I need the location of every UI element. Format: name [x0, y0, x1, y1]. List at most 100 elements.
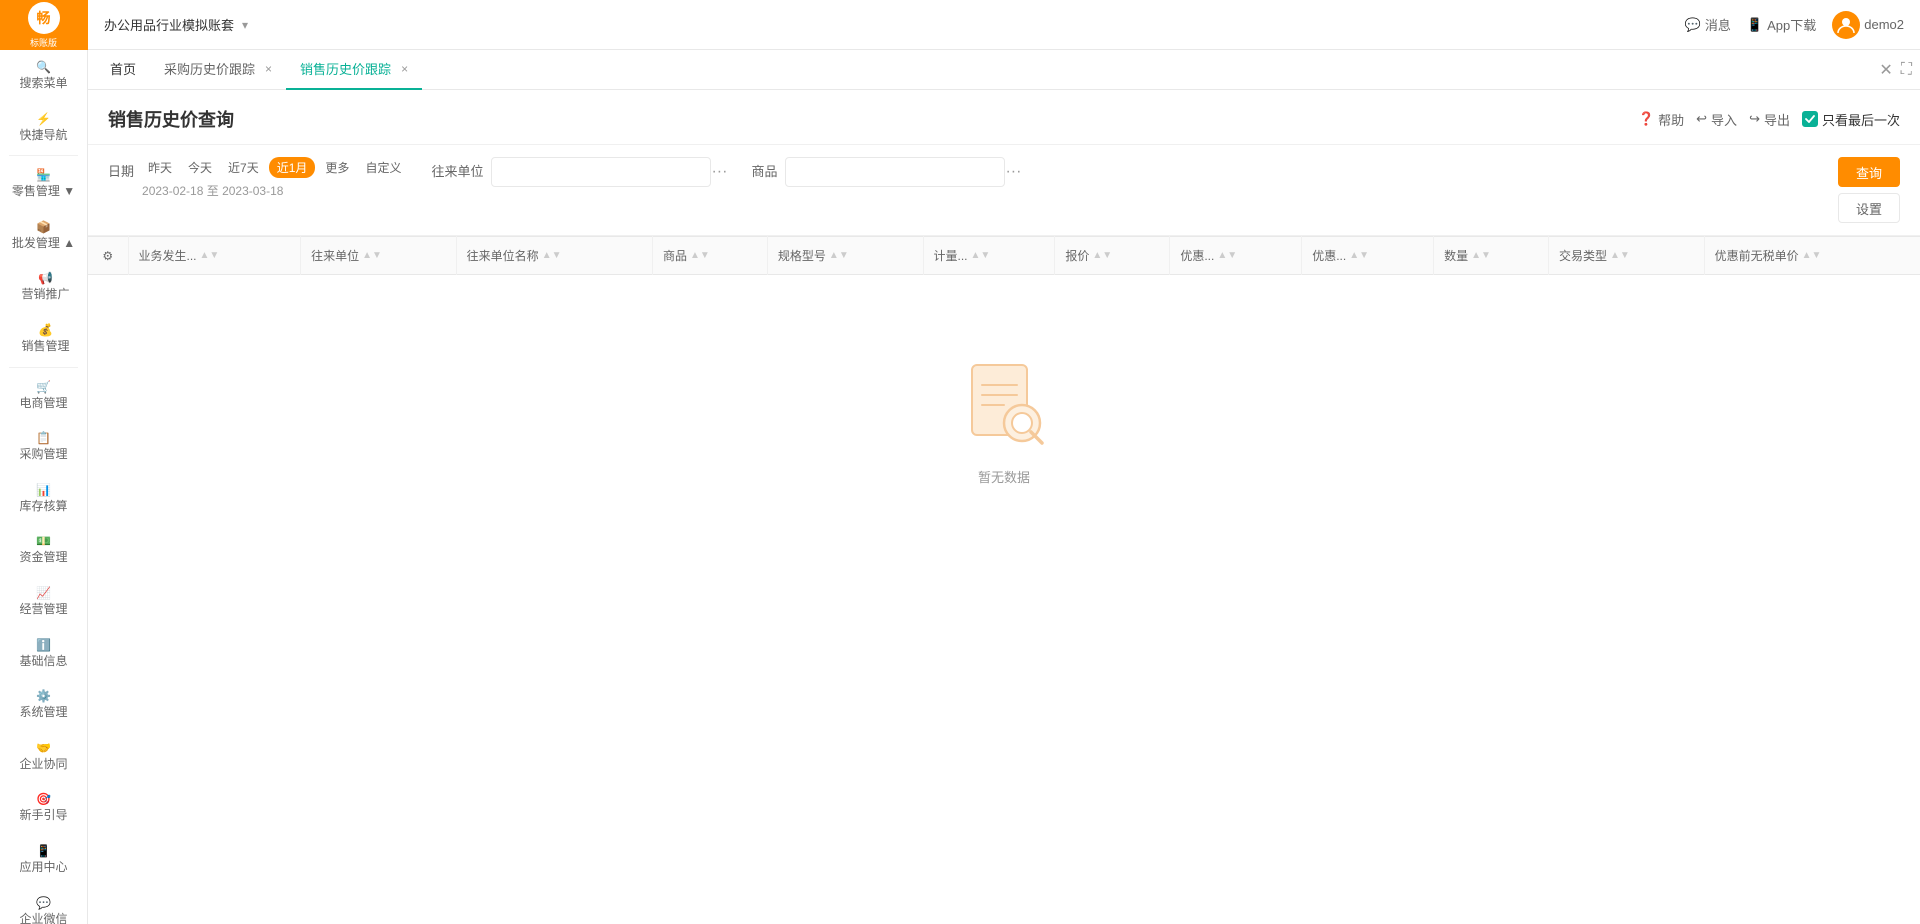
sidebar-item-enterprise-wechat[interactable]: 💬 企业微信 [0, 886, 87, 924]
tab-home[interactable]: 首页 [96, 50, 150, 90]
sidebar-item-ecommerce-mgmt[interactable]: 🛒 电商管理 [0, 370, 87, 422]
sidebar-item-system-mgmt[interactable]: ⚙️ 系统管理 [0, 679, 87, 731]
gear-icon[interactable]: ⚙ [102, 249, 113, 263]
data-table: ⚙ 业务发生...▲▼ 往来单位▲▼ 往来单位名称▲▼ [88, 236, 1920, 275]
th-discount2[interactable]: 优惠...▲▼ [1302, 237, 1434, 275]
download-btn[interactable]: 📱 App下载 [1747, 15, 1816, 34]
date-tab-7days[interactable]: 近7天 [222, 157, 265, 178]
close-all-tabs-btn[interactable]: ✕ [1879, 60, 1892, 80]
date-tab-1month[interactable]: 近1月 [269, 157, 316, 178]
tab-sales-history-label: 销售历史价跟踪 [300, 59, 391, 78]
sidebar-item-label: 快捷导航 [19, 128, 67, 144]
empty-svg [954, 355, 1054, 455]
th-spec[interactable]: 规格型号▲▼ [767, 237, 923, 275]
sidebar-item-purchase-mgmt[interactable]: 📋 采购管理 [0, 421, 87, 473]
product-input[interactable] [785, 157, 1005, 187]
sidebar-item-label: 批发管理 ▲ [12, 236, 75, 252]
sidebar-item-wholesale-mgmt[interactable]: 📦 批发管理 ▲ [0, 210, 87, 262]
download-label: App下载 [1767, 15, 1816, 34]
sidebar-item-finance-mgmt[interactable]: 💵 资金管理 [0, 524, 87, 576]
date-tab-more[interactable]: 更多 [319, 157, 355, 178]
only-last-checkbox-wrapper[interactable]: 只看最后一次 [1802, 110, 1900, 129]
th-partner-code[interactable]: 往来单位▲▼ [301, 237, 457, 275]
page-header-actions: ❓ 帮助 ↩ 导入 ↪ 导出 只看最后一次 [1638, 110, 1900, 129]
sort-icon-partner-code: ▲▼ [362, 251, 382, 261]
import-btn[interactable]: ↩ 导入 [1696, 110, 1737, 129]
sidebar-item-label: 零售管理 ▼ [12, 184, 75, 200]
tab-home-label: 首页 [110, 59, 136, 78]
user-name: demo2 [1864, 17, 1904, 32]
th-biz-date[interactable]: 业务发生...▲▼ [128, 237, 301, 275]
message-btn[interactable]: 💬 消息 [1685, 15, 1731, 34]
th-quantity[interactable]: 数量▲▼ [1434, 237, 1549, 275]
main-area: 办公用品行业模拟账套 ▾ 💬 消息 📱 App下载 demo2 首页 [88, 0, 1920, 924]
sidebar-item-search-menu[interactable]: 🔍 搜索菜单 [0, 50, 87, 102]
setting-button[interactable]: 设置 [1838, 193, 1900, 223]
sidebar-item-label: 销售管理 [21, 339, 69, 355]
th-trade-type[interactable]: 交易类型▲▼ [1549, 237, 1705, 275]
sort-icon-discount2: ▲▼ [1349, 251, 1369, 261]
sort-icon-quantity: ▲▼ [1471, 251, 1491, 261]
query-button[interactable]: 查询 [1838, 157, 1900, 187]
app-logo[interactable]: 畅 标账版 [0, 0, 88, 50]
th-discount1[interactable]: 优惠...▲▼ [1170, 237, 1302, 275]
date-tab-today[interactable]: 今天 [182, 157, 218, 178]
th-pre-tax-price[interactable]: 优惠前无税单价▲▼ [1704, 237, 1920, 275]
export-btn[interactable]: ↪ 导出 [1749, 110, 1790, 129]
sidebar-item-label: 采购管理 [19, 447, 67, 463]
tab-close-sales[interactable]: × [401, 62, 408, 76]
sidebar-item-basic-info[interactable]: ℹ️ 基础信息 [0, 628, 87, 680]
marketing-icon: 📢 [38, 271, 53, 285]
sidebar-item-operations-mgmt[interactable]: 📈 经营管理 [0, 576, 87, 628]
sidebar-item-label: 经营管理 [19, 602, 67, 618]
sidebar-item-enterprise-collab[interactable]: 🤝 企业协同 [0, 731, 87, 783]
partner-input[interactable] [491, 157, 711, 187]
date-tab-custom[interactable]: 自定义 [359, 157, 407, 178]
sidebar-item-marketing[interactable]: 📢 营销推广 [0, 261, 87, 313]
tab-sales-history[interactable]: 销售历史价跟踪 × [286, 50, 422, 90]
th-quote-price[interactable]: 报价▲▼ [1055, 237, 1170, 275]
only-last-label: 只看最后一次 [1822, 110, 1900, 129]
sort-icon-unit: ▲▼ [971, 251, 991, 261]
sidebar-item-label: 营销推广 [21, 287, 69, 303]
content: 销售历史价查询 ❓ 帮助 ↩ 导入 ↪ 导出 [88, 90, 1920, 924]
sidebar-item-app-center[interactable]: 📱 应用中心 [0, 834, 87, 886]
partner-filter-label: 往来单位 [431, 157, 483, 180]
th-partner-name[interactable]: 往来单位名称▲▼ [456, 237, 652, 275]
page-title: 销售历史价查询 [108, 106, 234, 132]
tab-purchase-history[interactable]: 采购历史价跟踪 × [150, 50, 286, 90]
sidebar-item-inventory[interactable]: 📊 库存核算 [0, 473, 87, 525]
retail-icon: 🏪 [36, 168, 51, 182]
date-filter-group: 日期 昨天 今天 近7天 近1月 更多 自定义 2023-02-18 至 202… [108, 157, 407, 199]
system-icon: ⚙️ [36, 689, 51, 703]
date-tab-yesterday[interactable]: 昨天 [142, 157, 178, 178]
sidebar-item-sales-mgmt[interactable]: 💰 销售管理 [0, 313, 87, 365]
th-unit[interactable]: 计量...▲▼ [923, 237, 1055, 275]
sidebar-item-label: 电商管理 [19, 396, 67, 412]
tab-close-purchase[interactable]: × [265, 62, 272, 76]
partner-input-dots[interactable]: ··· [711, 163, 727, 181]
expand-btn[interactable]: ⛶ [1901, 61, 1912, 79]
topbar-title: 办公用品行业模拟账套 [104, 15, 234, 34]
checkbox-icon [1802, 111, 1818, 127]
th-product[interactable]: 商品▲▼ [652, 237, 767, 275]
logo-icon: 畅 [28, 2, 60, 34]
help-btn[interactable]: ❓ 帮助 [1638, 110, 1684, 129]
empty-state: 暂无数据 [88, 275, 1920, 566]
download-icon: 📱 [1747, 17, 1763, 33]
partner-input-wrapper: ··· [491, 157, 727, 187]
sidebar-item-quick-nav[interactable]: ⚡ 快捷导航 [0, 102, 87, 154]
sort-icon-biz-date: ▲▼ [200, 251, 220, 261]
sort-icon-trade-type: ▲▼ [1610, 251, 1630, 261]
topbar-dropdown-icon[interactable]: ▾ [242, 18, 248, 32]
lightning-icon: ⚡ [36, 112, 51, 126]
user-profile[interactable]: demo2 [1832, 11, 1904, 39]
help-icon: ❓ [1638, 111, 1654, 127]
product-input-wrapper: ··· [785, 157, 1021, 187]
sort-icon-partner-name: ▲▼ [542, 251, 562, 261]
operations-icon: 📈 [36, 586, 51, 600]
sidebar-item-retail-mgmt[interactable]: 🏪 零售管理 ▼ [0, 158, 87, 210]
product-filter-label: 商品 [751, 157, 777, 180]
product-input-dots[interactable]: ··· [1005, 163, 1021, 181]
sidebar-item-new-guide[interactable]: 🎯 新手引导 [0, 782, 87, 834]
